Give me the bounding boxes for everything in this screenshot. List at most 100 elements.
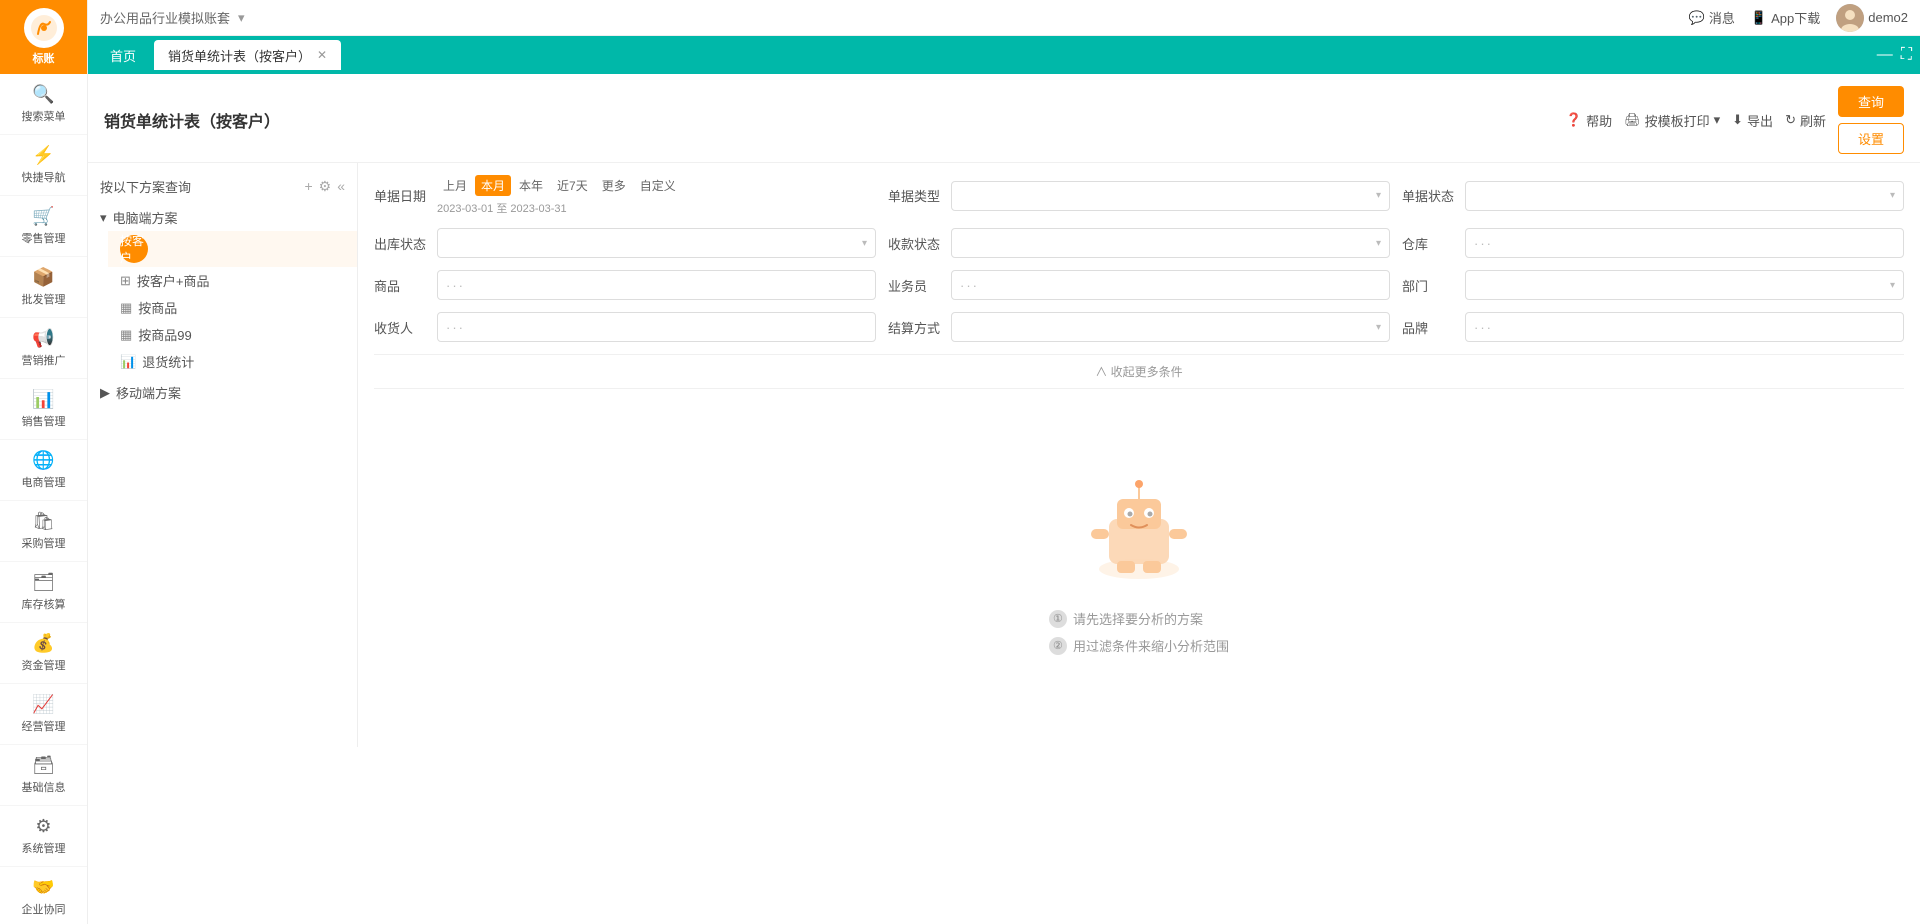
- app-download-btn[interactable]: 📱 App下载: [1751, 8, 1820, 27]
- sidebar-item-ecommerce[interactable]: 🌐 电商管理: [0, 440, 87, 501]
- print-icon: 🖨: [1624, 112, 1641, 128]
- sidebar-item-search[interactable]: 🔍 搜索菜单: [0, 74, 87, 135]
- add-scheme-icon[interactable]: +: [304, 178, 312, 195]
- date-tab-more[interactable]: 更多: [596, 175, 632, 196]
- app-download-label: App下载: [1771, 8, 1820, 27]
- refresh-btn[interactable]: ↻ 刷新: [1785, 111, 1826, 130]
- export-icon: ⬇: [1732, 112, 1743, 128]
- logo-area[interactable]: 标账: [0, 0, 87, 74]
- filter-receiver: 收货人 ···: [374, 312, 876, 342]
- topbar-left: 办公用品行业模拟账套 ▾: [100, 8, 245, 27]
- empty-state: ① 请先选择要分析的方案 ② 用过滤条件来缩小分析范围: [374, 389, 1904, 735]
- sidebar-label-inventory: 库存核算: [22, 596, 66, 612]
- filter-status: 单据状态 ▾: [1402, 175, 1904, 216]
- goods-input[interactable]: ···: [437, 270, 876, 300]
- sidebar-item-corp[interactable]: 🤝 企业协同: [0, 867, 87, 924]
- export-btn[interactable]: ⬇ 导出: [1732, 111, 1773, 130]
- tree-section-desktop-header[interactable]: ▾ 电脑端方案: [88, 204, 357, 231]
- brand-dots: ···: [1474, 320, 1493, 335]
- sidebar-label-finance: 资金管理: [22, 657, 66, 673]
- wholesale-icon: 📦: [32, 267, 54, 288]
- tree-node-return-stat[interactable]: 📊 退货统计: [108, 348, 357, 375]
- sidebar-item-finance[interactable]: 💰 资金管理: [0, 623, 87, 684]
- sidebar-item-operations[interactable]: 📈 经营管理: [0, 684, 87, 745]
- warehouse-input[interactable]: ···: [1465, 228, 1904, 258]
- collapse-panel-icon[interactable]: «: [337, 178, 345, 195]
- sidebar-item-retail[interactable]: 🛒 零售管理: [0, 196, 87, 257]
- export-label: 导出: [1747, 111, 1773, 130]
- sidebar-item-purchase[interactable]: 🛍 采购管理: [0, 501, 87, 562]
- sidebar-item-quick-nav[interactable]: ⚡ 快捷导航: [0, 135, 87, 196]
- settings-scheme-icon[interactable]: ⚙: [319, 178, 332, 195]
- refresh-label: 刷新: [1800, 111, 1826, 130]
- sidebar-label-wholesale: 批发管理: [22, 291, 66, 307]
- recv-input[interactable]: ▾: [951, 228, 1390, 258]
- sidebar-item-wholesale[interactable]: 📦 批发管理: [0, 257, 87, 318]
- settings-button[interactable]: 设置: [1838, 123, 1904, 154]
- payment-input[interactable]: ▾: [951, 312, 1390, 342]
- tree-grid-icon: ⊞: [120, 273, 131, 289]
- date-tab-this-month[interactable]: 本月: [475, 175, 511, 196]
- type-input[interactable]: ▾: [951, 181, 1390, 211]
- sidebar-item-system[interactable]: ⚙ 系统管理: [0, 806, 87, 867]
- page-header: 销货单统计表（按客户） ❓ 帮助 🖨 按模板打印 ▾ ⬇ 导出 ↻ 刷新: [88, 74, 1920, 163]
- status-input[interactable]: ▾: [1465, 181, 1904, 211]
- tree-node-label-return: 退货统计: [142, 352, 194, 371]
- sidebar-item-inventory[interactable]: 🗂 库存核算: [0, 562, 87, 623]
- mobile-icon: 📱: [1751, 10, 1767, 26]
- collapse-filter-btn[interactable]: ∧ 收起更多条件: [374, 354, 1904, 388]
- print-btn[interactable]: 🖨 按模板打印 ▾: [1624, 111, 1720, 130]
- ecommerce-icon: 🌐: [32, 450, 54, 471]
- tree-node-by-customer[interactable]: 按客户: [108, 231, 357, 267]
- date-tab-7days[interactable]: 近7天: [551, 175, 594, 196]
- tree-section-desktop-children: 按客户 ⊞ 按客户+商品 ▦ 按商品 ▦: [88, 231, 357, 375]
- date-tab-last-month[interactable]: 上月: [437, 175, 473, 196]
- sidebar-item-sales[interactable]: 📊 销售管理: [0, 379, 87, 440]
- brand-input[interactable]: ···: [1465, 312, 1904, 342]
- out-dropdown-icon: ▾: [862, 238, 867, 249]
- filter-recv-status: 收款状态 ▾: [888, 228, 1390, 258]
- search-icon: 🔍: [32, 84, 54, 105]
- sidebar-item-marketing[interactable]: 📢 营销推广: [0, 318, 87, 379]
- tree-active-indicator: 按客户: [120, 235, 148, 263]
- topbar: 办公用品行业模拟账套 ▾ 💬 消息 📱 App下载 demo2: [88, 0, 1920, 36]
- type-label: 单据类型: [888, 186, 943, 205]
- filter-goods: 商品 ···: [374, 270, 876, 300]
- tree-section-mobile-header[interactable]: ▶ 移动端方案: [88, 379, 357, 406]
- filter-staff: 业务员 ···: [888, 270, 1390, 300]
- topbar-dropdown-icon[interactable]: ▾: [238, 10, 245, 26]
- help-label: 帮助: [1586, 111, 1612, 130]
- filter-row-2: 出库状态 ▾ 收款状态 ▾: [374, 228, 1904, 258]
- sidebar-label-retail: 零售管理: [22, 230, 66, 246]
- staff-input[interactable]: ···: [951, 270, 1390, 300]
- tree-node-by-goods[interactable]: ▦ 按商品: [108, 294, 357, 321]
- operations-icon: 📈: [32, 694, 54, 715]
- tree-node-by-goods-99[interactable]: ▦ 按商品99: [108, 321, 357, 348]
- print-dropdown-icon[interactable]: ▾: [1714, 112, 1721, 128]
- dept-input[interactable]: ▾: [1465, 270, 1904, 300]
- sidebar-item-basic-info[interactable]: 🗃 基础信息: [0, 745, 87, 806]
- tree-node-label-goods: 按商品: [138, 298, 177, 317]
- sidebar-label-ecommerce: 电商管理: [22, 474, 66, 490]
- tab-sales-stat-label: 销货单统计表（按客户）: [168, 46, 311, 65]
- tab-close-icon[interactable]: ✕: [317, 48, 327, 62]
- tab-sales-stat[interactable]: 销货单统计表（按客户） ✕: [154, 40, 341, 70]
- out-input[interactable]: ▾: [437, 228, 876, 258]
- tab-maximize-icon[interactable]: ⛶: [1901, 46, 1912, 64]
- message-btn[interactable]: 💬 消息: [1689, 8, 1735, 27]
- tree-bar-icon: 📊: [120, 354, 136, 370]
- tab-minimize-icon[interactable]: —: [1877, 46, 1893, 64]
- date-tab-this-year[interactable]: 本年: [513, 175, 549, 196]
- receiver-input[interactable]: ···: [437, 312, 876, 342]
- user-area[interactable]: demo2: [1836, 4, 1908, 32]
- date-tab-custom[interactable]: 自定义: [634, 175, 682, 196]
- quick-nav-icon: ⚡: [32, 145, 54, 166]
- query-button[interactable]: 查询: [1838, 86, 1904, 117]
- topbar-title: 办公用品行业模拟账套: [100, 8, 230, 27]
- tab-home[interactable]: 首页: [96, 40, 150, 70]
- sidebar-label-operations: 经营管理: [22, 718, 66, 734]
- sidebar-label-purchase: 采购管理: [22, 535, 66, 551]
- tree-node-by-customer-goods[interactable]: ⊞ 按客户+商品: [108, 267, 357, 294]
- help-btn[interactable]: ❓ 帮助: [1566, 111, 1612, 130]
- tree-section-mobile: ▶ 移动端方案: [88, 377, 357, 408]
